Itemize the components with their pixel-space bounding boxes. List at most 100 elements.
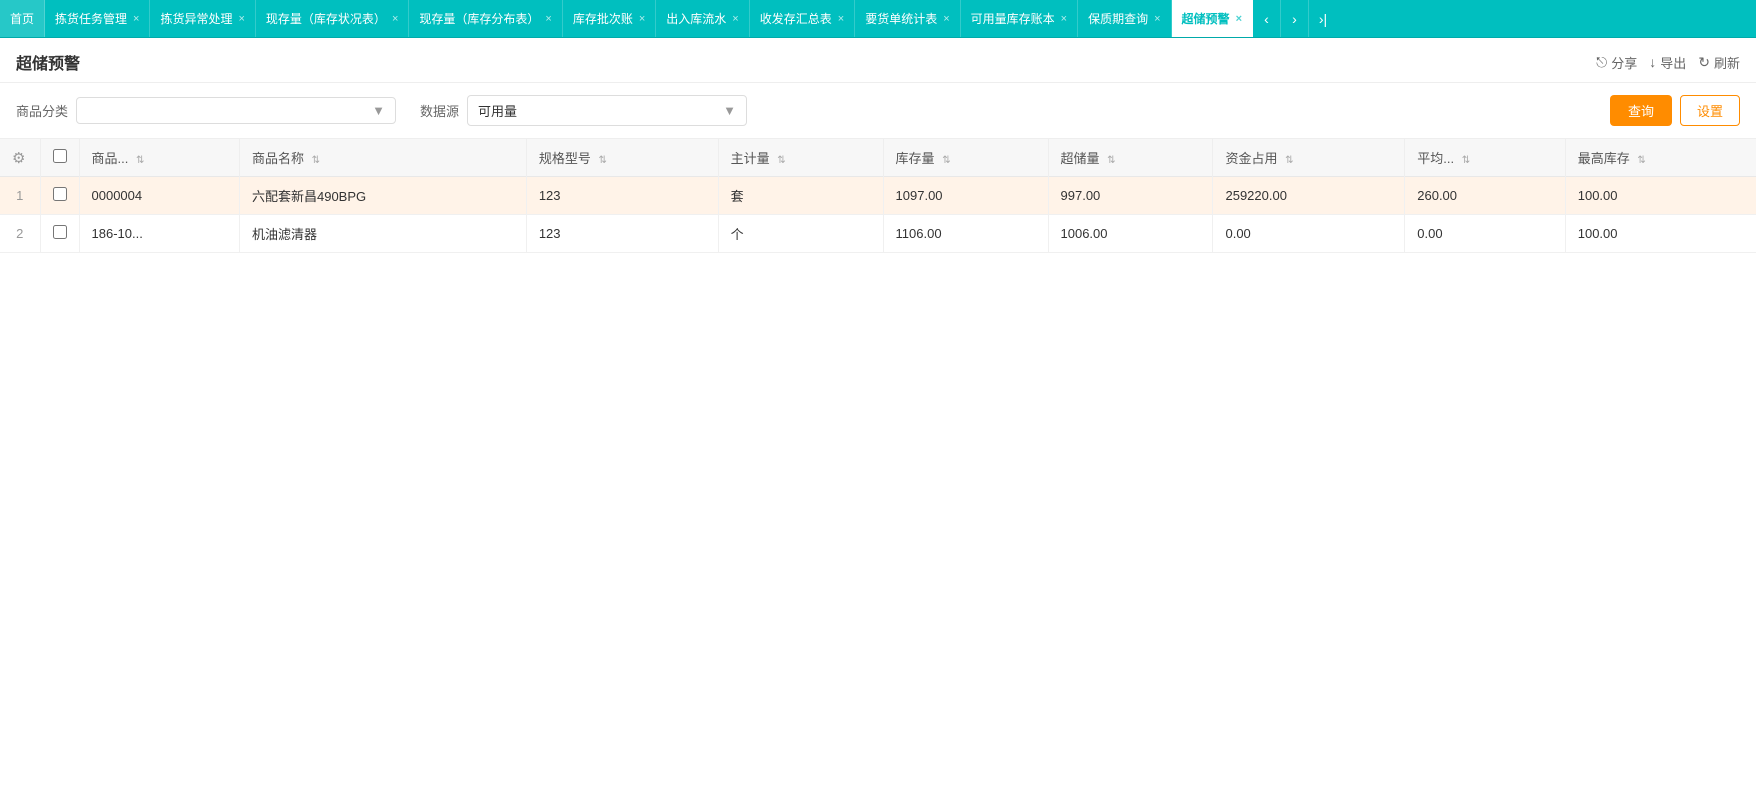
row-product-name-1: 机油滤清器 [239,215,526,253]
page-content: 超储预警 ⎋ 分享 ↓ 导出 ↻ 刷新 商品分类 ▼ 数据源 [0,38,1756,800]
data-source-select[interactable]: 可用量 ▼ [467,95,747,126]
nav-item-taskMgmt[interactable]: 拣货任务管理 × [45,0,150,37]
sort-spec-icon: ⇅ [598,155,606,166]
row-avg-price-0: 260.00 [1405,177,1565,215]
nav-label-shelfLife: 保质期查询 [1088,10,1148,27]
refresh-label: 刷新 [1714,53,1740,72]
header-actions: ⎋ 分享 ↓ 导出 ↻ 刷新 [1596,53,1740,72]
share-action[interactable]: ⎋ 分享 [1596,53,1637,72]
col-max-stock-label: 最高库存 [1578,151,1630,166]
nav-close-taskMgmt[interactable]: × [133,13,139,25]
sort-product-code-icon: ⇅ [136,155,144,166]
data-source-arrow-icon: ▼ [723,103,736,118]
nav-close-abnormal[interactable]: × [238,13,244,25]
export-action[interactable]: ↓ 导出 [1649,53,1686,72]
row-checkbox-0[interactable] [53,187,67,201]
nav-item-shelfLife[interactable]: 保质期查询 × [1078,0,1171,37]
col-max-stock[interactable]: 最高库存 ⇅ [1565,139,1756,177]
col-product-name[interactable]: 商品名称 ⇅ [239,139,526,177]
row-unit-1: 个 [718,215,883,253]
row-checkbox-cell-1 [40,215,79,253]
row-overstock-0: 997.00 [1048,177,1213,215]
nav-label-stockDist: 现存量（库存分布表） [419,10,539,27]
row-overstock-1: 1006.00 [1048,215,1213,253]
row-spec-1: 123 [526,215,718,253]
col-avg-price-label: 平均... [1417,151,1454,166]
share-icon: ⎋ [1596,54,1607,71]
nav-arrow-end[interactable]: ›| [1309,0,1337,37]
nav-label-orderStat: 要货单统计表 [865,10,937,27]
sort-max-stock-icon: ⇅ [1637,155,1645,166]
nav-item-stockDist[interactable]: 现存量（库存分布表） × [409,0,562,37]
nav-item-inOutFlow[interactable]: 出入库流水 × [656,0,749,37]
nav-close-inOutFlow[interactable]: × [732,13,738,25]
refresh-icon: ↻ [1698,54,1710,71]
nav-label-taskMgmt: 拣货任务管理 [55,10,127,27]
nav-close-overstock[interactable]: × [1236,13,1242,25]
table-body: 1 0000004 六配套新昌490BPG 123 套 1097.00 997.… [0,177,1756,253]
row-checkbox-1[interactable] [53,225,67,239]
table-container: ⚙ 商品... ⇅ 商品名称 ⇅ 规格型号 ⇅ [0,139,1756,253]
page-title: 超储预警 [16,50,80,74]
col-capital-occ[interactable]: 资金占用 ⇅ [1213,139,1405,177]
col-stock[interactable]: 库存量 ⇅ [883,139,1048,177]
nav-label-abnormal: 拣货异常处理 [160,10,232,27]
col-checkbox [40,139,79,177]
export-label: 导出 [1660,53,1686,72]
row-max-stock-0: 100.00 [1565,177,1756,215]
nav-close-stockDist[interactable]: × [545,13,551,25]
query-button[interactable]: 查询 [1610,95,1672,126]
table-row: 2 186-10... 机油滤清器 123 个 1106.00 1006.00 … [0,215,1756,253]
nav-arrow-left[interactable]: ‹ [1253,0,1281,37]
product-category-arrow-icon: ▼ [372,103,385,118]
col-overstock-label: 超储量 [1061,151,1100,166]
filter-actions: 查询 设置 [1610,95,1740,126]
nav-item-stockStatus[interactable]: 现存量（库存状况表） × [256,0,409,37]
row-stock-1: 1106.00 [883,215,1048,253]
nav-close-shelfLife[interactable]: × [1154,13,1160,25]
col-product-name-label: 商品名称 [252,151,304,166]
filter-area: 商品分类 ▼ 数据源 可用量 ▼ 查询 设置 [0,83,1756,139]
page-header: 超储预警 ⎋ 分享 ↓ 导出 ↻ 刷新 [0,38,1756,83]
nav-item-overstock[interactable]: 超储预警 × [1172,0,1253,37]
sort-capital-occ-icon: ⇅ [1285,155,1293,166]
col-overstock[interactable]: 超储量 ⇅ [1048,139,1213,177]
settings-button[interactable]: 设置 [1680,95,1740,126]
select-all-checkbox[interactable] [53,149,67,163]
nav-close-stockStatus[interactable]: × [392,13,398,25]
row-num-0: 1 [0,177,40,215]
col-capital-occ-label: 资金占用 [1225,151,1277,166]
row-product-code-0: 0000004 [79,177,239,215]
data-source-filter: 数据源 可用量 ▼ [420,95,747,126]
nav-item-abnormal[interactable]: 拣货异常处理 × [150,0,255,37]
top-navigation: 首页 拣货任务管理 × 拣货异常处理 × 现存量（库存状况表） × 现存量（库存… [0,0,1756,38]
col-stock-label: 库存量 [896,151,935,166]
nav-item-receiveSend[interactable]: 收发存汇总表 × [750,0,855,37]
product-category-label: 商品分类 [16,101,68,120]
col-avg-price[interactable]: 平均... ⇅ [1405,139,1565,177]
col-spec[interactable]: 规格型号 ⇅ [526,139,718,177]
nav-arrow-right[interactable]: › [1281,0,1309,37]
nav-item-orderStat[interactable]: 要货单统计表 × [855,0,960,37]
product-category-filter: 商品分类 ▼ [16,97,396,124]
nav-item-home[interactable]: 首页 [0,0,45,37]
col-unit[interactable]: 主计量 ⇅ [718,139,883,177]
nav-label-inOutFlow: 出入库流水 [666,10,726,27]
sort-overstock-icon: ⇅ [1107,155,1115,166]
table-row: 1 0000004 六配套新昌490BPG 123 套 1097.00 997.… [0,177,1756,215]
row-spec-0: 123 [526,177,718,215]
data-source-label: 数据源 [420,101,459,120]
row-capital-occ-1: 0.00 [1213,215,1405,253]
nav-close-orderStat[interactable]: × [943,13,949,25]
col-product-code[interactable]: 商品... ⇅ [79,139,239,177]
product-category-select[interactable]: ▼ [76,97,396,124]
refresh-action[interactable]: ↻ 刷新 [1698,53,1740,72]
nav-close-batchAccount[interactable]: × [639,13,645,25]
nav-close-receiveSend[interactable]: × [838,13,844,25]
row-product-code-1: 186-10... [79,215,239,253]
nav-item-batchAccount[interactable]: 库存批次账 × [563,0,656,37]
nav-item-availableStock[interactable]: 可用量库存账本 × [961,0,1078,37]
row-stock-0: 1097.00 [883,177,1048,215]
table-gear-icon[interactable]: ⚙ [12,150,25,167]
nav-close-availableStock[interactable]: × [1061,13,1067,25]
